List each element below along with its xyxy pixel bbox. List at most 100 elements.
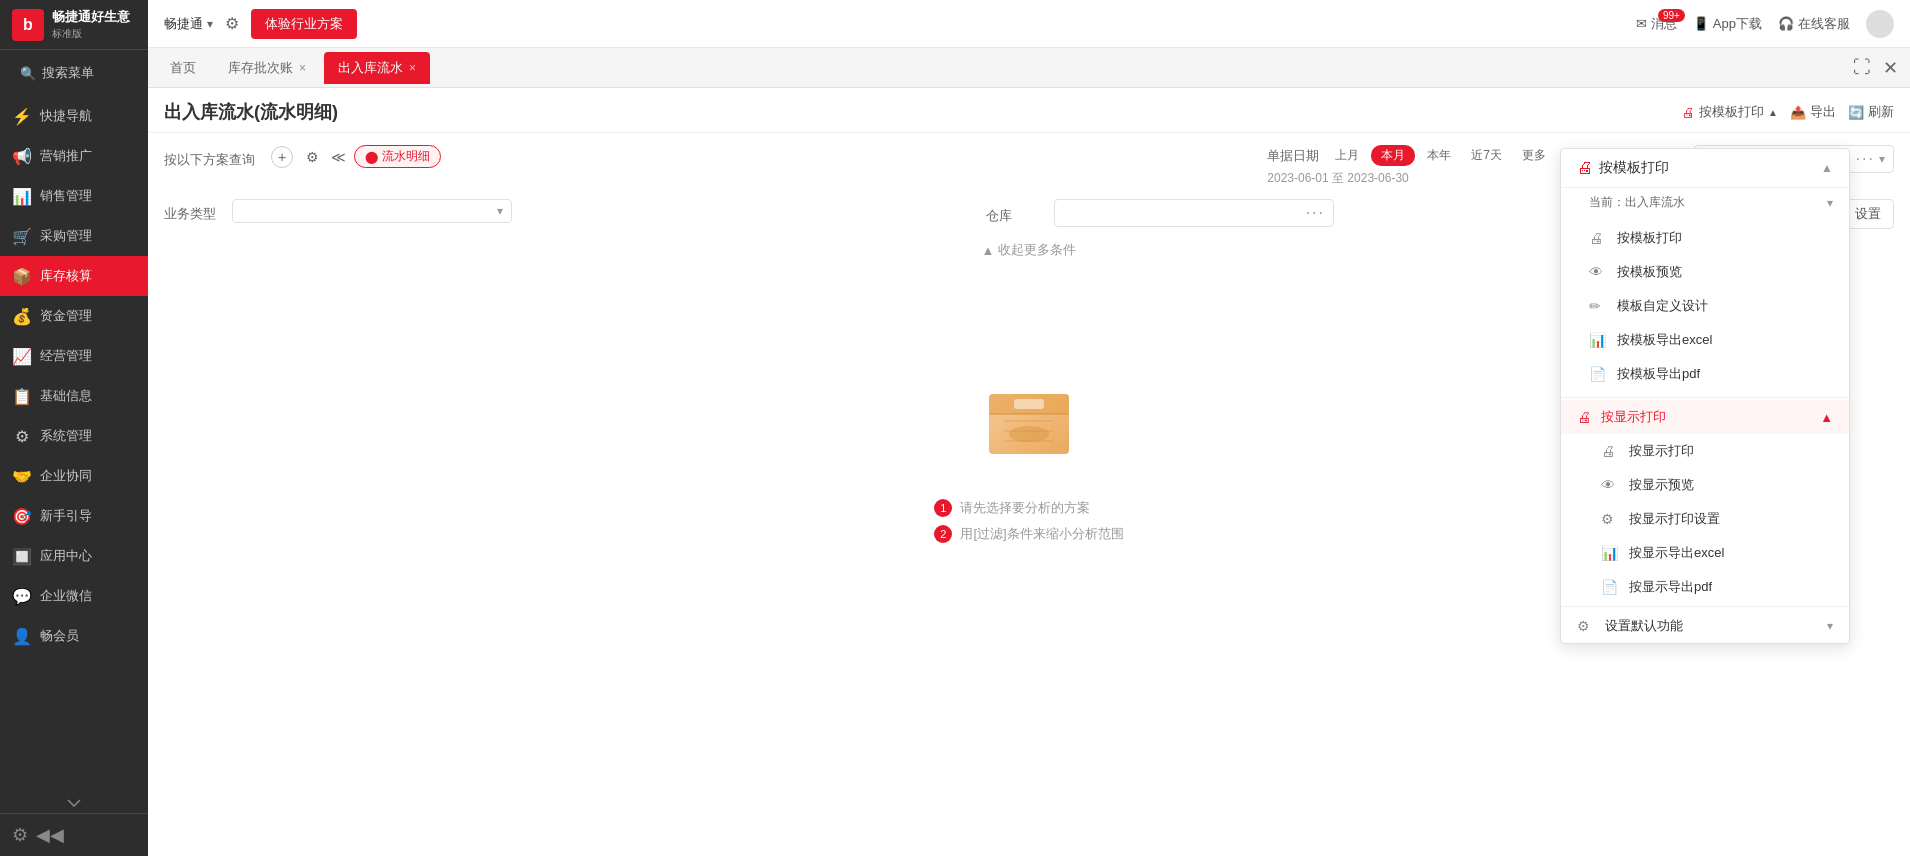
sidebar-item-purchase[interactable]: 🛒 采购管理 [0, 216, 148, 256]
tab-expand-button[interactable]: ⛶ [1849, 57, 1875, 78]
sidebar-item-wechat[interactable]: 💬 企业微信 [0, 576, 148, 616]
dropdown-subitem-display-preview[interactable]: 👁 按显示预览 [1561, 468, 1849, 502]
topbar-settings-button[interactable]: ⚙ [225, 14, 239, 33]
display-pdf-label: 按显示导出pdf [1629, 578, 1712, 596]
message-item[interactable]: ✉ 消息 99+ [1636, 15, 1677, 33]
dropdown-current-section: 当前：出入库流水 ▾ [1561, 188, 1849, 217]
user-avatar[interactable] [1866, 10, 1894, 38]
tab-inventory-batch-close[interactable]: × [299, 61, 306, 75]
user-dropdown-button[interactable]: ▾ [207, 17, 213, 31]
print-template-dropdown: 🖨 按模板打印 ▲ 当前：出入库流水 ▾ 🖨 按模板 [1560, 148, 1850, 644]
dropdown-current-arrow: ▾ [1827, 196, 1833, 210]
collapse-more-conditions-button[interactable]: ▲ 收起更多条件 [982, 241, 1077, 259]
chip-label: 流水明细 [382, 148, 430, 165]
group-header-left: 🖨 按显示打印 [1577, 408, 1666, 426]
dropdown-item-template-design[interactable]: ✏ 模板自定义设计 [1561, 289, 1849, 323]
page-header: 出入库流水(流水明细) 🖨 按模板打印 ▲ 📤 导出 [148, 88, 1910, 133]
warehouse-more[interactable]: ··· [1306, 204, 1325, 222]
warehouse-select[interactable]: ··· [1054, 199, 1334, 227]
print-template-button[interactable]: 🖨 按模板打印 ▲ [1682, 103, 1778, 121]
settings-label: 设置 [1855, 205, 1881, 223]
sidebar-collapse-button[interactable]: ◀◀ [36, 824, 64, 846]
display-print-group-header[interactable]: 🖨 按显示打印 ▲ [1561, 400, 1849, 434]
tab-stock-flow-close[interactable]: × [409, 61, 416, 75]
export-button[interactable]: 📤 导出 [1790, 103, 1836, 121]
tab-close-all-button[interactable]: ✕ [1879, 57, 1902, 79]
template-print-section: 🖨 按模板打印 👁 按模板预览 ✏ 模板自定义设计 📊 [1561, 217, 1849, 395]
date-btn-this-year[interactable]: 本年 [1419, 145, 1459, 166]
system-icon: ⚙ [12, 426, 32, 446]
guide-icon: 🎯 [12, 506, 32, 526]
template-preview-label: 按模板预览 [1617, 263, 1682, 281]
tab-home[interactable]: 首页 [156, 52, 210, 84]
trial-button[interactable]: 体验行业方案 [251, 9, 357, 39]
date-btn-7days[interactable]: 近7天 [1463, 145, 1510, 166]
sidebar-item-guide[interactable]: 🎯 新手引导 [0, 496, 148, 536]
sidebar-item-sales[interactable]: 📊 销售管理 [0, 176, 148, 216]
tab-stock-flow[interactable]: 出入库流水 × [324, 52, 430, 84]
empty-step-1: 1 请先选择要分析的方案 [934, 499, 1123, 517]
business-type-select[interactable]: ▾ [232, 199, 512, 223]
online-service-item[interactable]: 🎧 在线客服 [1778, 15, 1850, 33]
display-pdf-icon: 📄 [1601, 579, 1619, 595]
sidebar-item-quick-nav[interactable]: ⚡ 快捷导航 [0, 96, 148, 136]
filter-collapse-button[interactable]: ≪ [331, 149, 346, 165]
display-excel-icon: 📊 [1601, 545, 1619, 561]
app-logo: b 畅捷通好生意 标准版 [0, 0, 148, 50]
search-menu-button[interactable]: 🔍 搜索菜单 [12, 58, 136, 88]
dropdown-item-template-excel[interactable]: 📊 按模板导出excel [1561, 323, 1849, 357]
sidebar-item-finance[interactable]: 💰 资金管理 [0, 296, 148, 336]
dropdown-header: 🖨 按模板打印 ▲ [1561, 149, 1849, 188]
refresh-button[interactable]: 🔄 刷新 [1848, 103, 1894, 121]
date-btn-more[interactable]: 更多 [1514, 145, 1554, 166]
quick-nav-icon: ⚡ [12, 106, 32, 126]
dropdown-item-template-print[interactable]: 🖨 按模板打印 [1561, 221, 1849, 255]
sidebar-item-operations[interactable]: 📈 经营管理 [0, 336, 148, 376]
dropdown-item-set-default[interactable]: ⚙ 设置默认功能 ▾ [1561, 609, 1849, 643]
sidebar-item-member[interactable]: 👤 畅会员 [0, 616, 148, 656]
sidebar-item-marketing[interactable]: 📢 营销推广 [0, 136, 148, 176]
sidebar-item-label: 库存核算 [40, 267, 92, 285]
sidebar-item-label: 销售管理 [40, 187, 92, 205]
sidebar-item-basic[interactable]: 📋 基础信息 [0, 376, 148, 416]
dropdown-scroll-up[interactable]: ▲ [1821, 161, 1833, 175]
sidebar-scroll-down[interactable] [0, 793, 148, 813]
company-name: 畅捷通好生意 [52, 8, 130, 26]
sidebar-item-enterprise[interactable]: 🤝 企业协同 [0, 456, 148, 496]
sidebar-item-appstore[interactable]: 🔲 应用中心 [0, 536, 148, 576]
sidebar-settings-button[interactable]: ⚙ [12, 824, 28, 846]
date-btn-this-month[interactable]: 本月 [1371, 145, 1415, 166]
display-preview-label: 按显示预览 [1629, 476, 1694, 494]
tab-inventory-batch-label: 库存批次账 [228, 59, 293, 77]
business-type-arrow: ▾ [497, 204, 503, 218]
sidebar-item-label: 资金管理 [40, 307, 92, 325]
doc-type-more[interactable]: ··· [1856, 150, 1875, 168]
dropdown-item-template-pdf[interactable]: 📄 按模板导出pdf [1561, 357, 1849, 391]
dropdown-separator-2 [1561, 606, 1849, 607]
plus-icon: + [278, 149, 286, 165]
date-btn-last-month[interactable]: 上月 [1327, 145, 1367, 166]
version-label: 标准版 [52, 27, 130, 41]
dropdown-subitem-display-settings[interactable]: ⚙ 按显示打印设置 [1561, 502, 1849, 536]
filter-chip-stream[interactable]: ⬤ 流水明细 [354, 145, 441, 168]
tab-inventory-batch[interactable]: 库存批次账 × [214, 52, 320, 84]
mobile-icon: 📱 [1693, 16, 1709, 31]
filter-add-button[interactable]: + [271, 146, 293, 168]
search-label: 搜索菜单 [42, 64, 94, 82]
print-chevron-up: ▲ [1768, 107, 1778, 118]
filter-settings-button[interactable]: ⚙ [301, 146, 323, 168]
display-print-label: 按显示打印 [1629, 442, 1694, 460]
dropdown-item-template-preview[interactable]: 👁 按模板预览 [1561, 255, 1849, 289]
dropdown-subitem-display-excel[interactable]: 📊 按显示导出excel [1561, 536, 1849, 570]
display-print-group-icon: 🖨 [1577, 409, 1591, 425]
app-download-item[interactable]: 📱 App下载 [1693, 15, 1762, 33]
member-icon: 👤 [12, 626, 32, 646]
template-pdf-icon: 📄 [1589, 366, 1607, 382]
dropdown-subitem-display-pdf[interactable]: 📄 按显示导出pdf [1561, 570, 1849, 604]
sidebar-item-inventory[interactable]: 📦 库存核算 [0, 256, 148, 296]
sidebar-item-system[interactable]: ⚙ 系统管理 [0, 416, 148, 456]
display-print-sub-section: 🖨 按显示打印 👁 按显示预览 ⚙ 按显示打印设置 📊 [1561, 434, 1849, 604]
sidebar-footer: ⚙ ◀◀ [0, 813, 148, 856]
dropdown-subitem-display-print[interactable]: 🖨 按显示打印 [1561, 434, 1849, 468]
display-preview-icon: 👁 [1601, 477, 1619, 493]
